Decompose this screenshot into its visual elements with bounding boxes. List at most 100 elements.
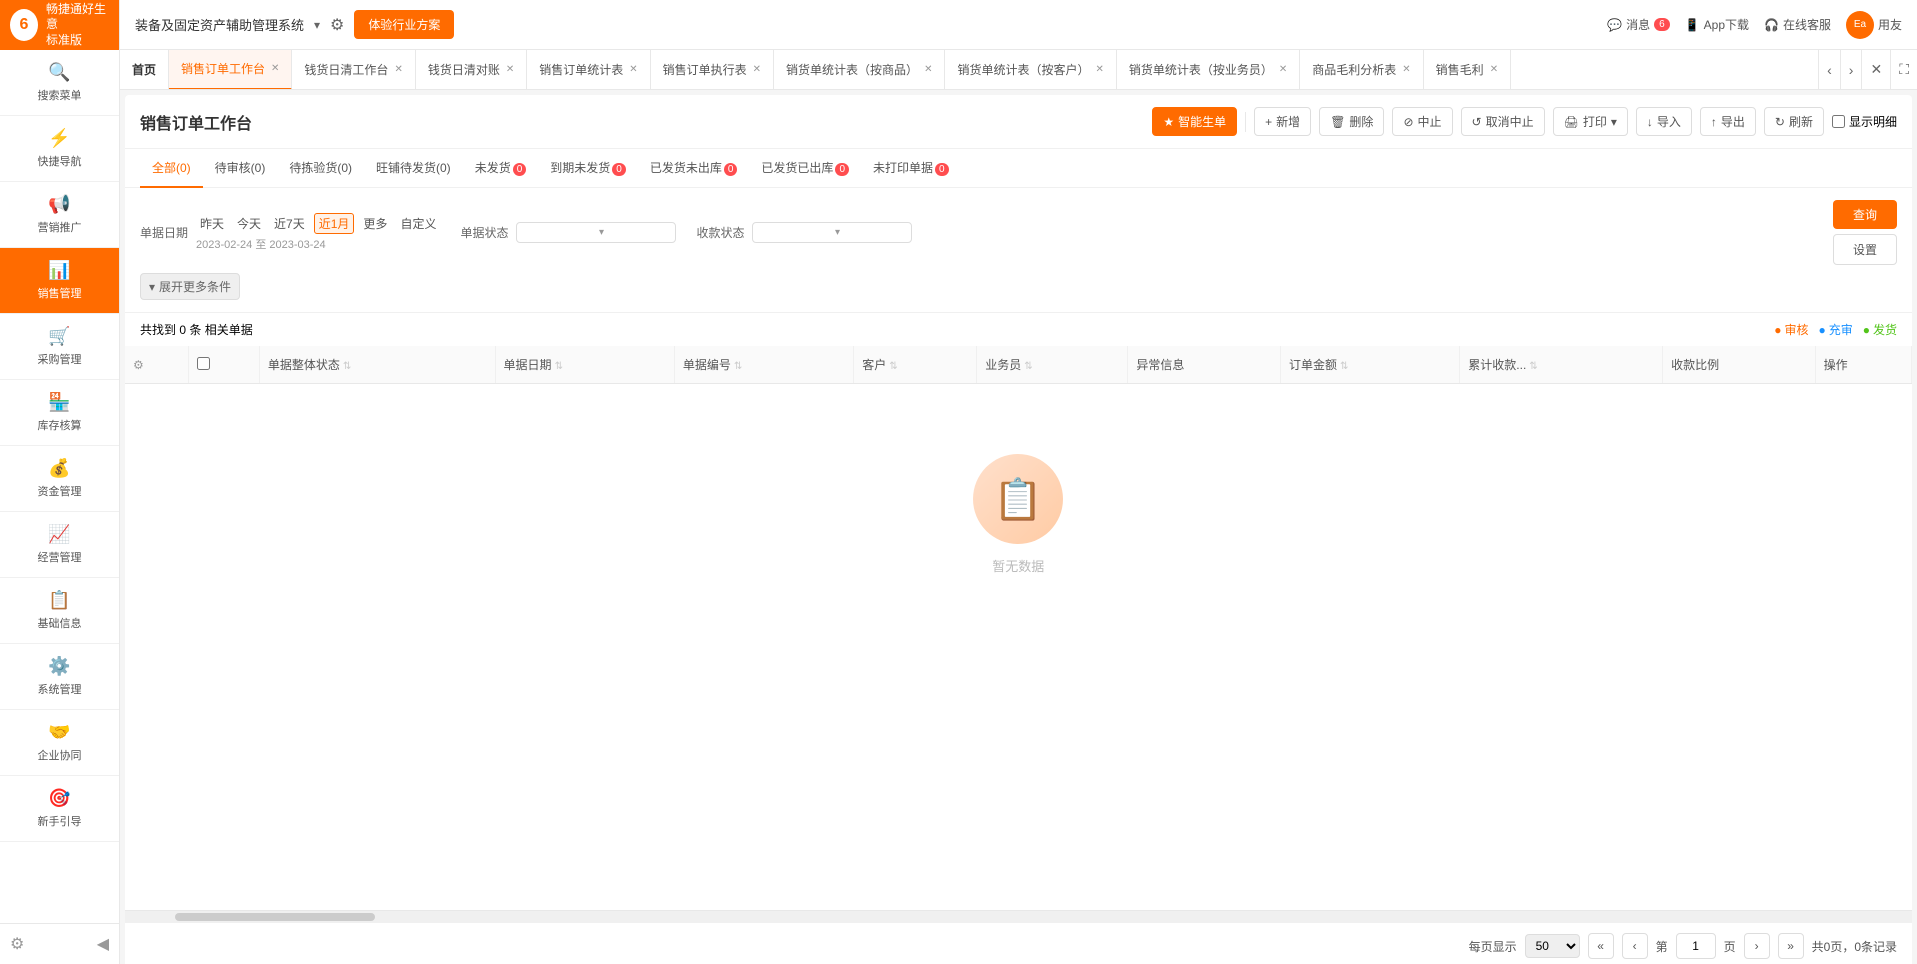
print-btn[interactable]: 🖨 打印 ▾ — [1553, 107, 1628, 136]
sub-tab-6[interactable]: 已发货未出库0 — [638, 149, 750, 188]
th-date[interactable]: 单据日期⇅ — [495, 346, 674, 384]
tab-7[interactable]: 销货单统计表（按客户）✕ — [945, 50, 1116, 90]
date-option-昨天[interactable]: 昨天 — [196, 213, 228, 234]
tab-8[interactable]: 销货单统计表（按业务员）✕ — [1117, 50, 1300, 90]
refresh-btn[interactable]: ↻ 刷新 — [1764, 107, 1824, 136]
sub-tab-5[interactable]: 到期未发货0 — [538, 149, 638, 188]
tab-0[interactable]: 首页 — [120, 50, 169, 90]
th-status[interactable]: 单据整体状态⇅ — [259, 346, 495, 384]
sidebar-item-guide[interactable]: 🎯新手引导 — [0, 776, 119, 842]
show-detail-checkbox[interactable] — [1832, 115, 1845, 128]
message-btn[interactable]: 💬 消息 6 — [1607, 16, 1670, 33]
date-option-近7天[interactable]: 近7天 — [270, 213, 309, 234]
tab-5[interactable]: 销售订单执行表✕ — [651, 50, 774, 90]
settings-icon[interactable]: ⚙ — [10, 934, 24, 954]
tab-6[interactable]: 销货单统计表（按商品）✕ — [774, 50, 945, 90]
tab-close-6[interactable]: ✕ — [924, 64, 932, 75]
add-btn[interactable]: + 新增 — [1254, 107, 1311, 136]
query-btn[interactable]: 查询 — [1833, 200, 1897, 229]
delete-btn[interactable]: 🗑 删除 — [1319, 107, 1384, 136]
payment-select[interactable]: ▾ — [752, 222, 912, 243]
tab-close-10[interactable]: ✕ — [1490, 64, 1498, 75]
sidebar-item-quick-nav[interactable]: ⚡快捷导航 — [0, 116, 119, 182]
horizontal-scrollbar[interactable] — [125, 910, 1912, 922]
sidebar-item-system[interactable]: ⚙️系统管理 — [0, 644, 119, 710]
status-select[interactable]: ▾ — [516, 222, 676, 243]
sub-tab-4[interactable]: 未发货0 — [463, 149, 539, 188]
ship-link[interactable]: ● 发货 — [1863, 321, 1897, 338]
tab-close-2[interactable]: ✕ — [394, 64, 402, 75]
sidebar-item-sales[interactable]: 📊销售管理 — [0, 248, 119, 314]
scrollbar-thumb[interactable] — [175, 913, 375, 921]
payment-select-arrow: ▾ — [835, 227, 904, 238]
filter-row: 单据日期 昨天今天近7天近1月更多自定义 2023-02-24 至 2023-0… — [140, 200, 1897, 265]
sidebar-item-basic[interactable]: 📋基础信息 — [0, 578, 119, 644]
user-menu-btn[interactable]: Ea 用友 — [1846, 11, 1902, 39]
date-option-更多[interactable]: 更多 — [359, 213, 391, 234]
date-option-近1月[interactable]: 近1月 — [314, 213, 355, 234]
expand-btn[interactable]: ▾ 展开更多条件 — [140, 273, 240, 300]
tab-scroll-right[interactable]: › — [1840, 50, 1862, 90]
tab-close-all[interactable]: ✕ — [1861, 50, 1890, 90]
filter-settings-btn[interactable]: 设置 — [1833, 234, 1897, 265]
th-amount[interactable]: 订单金额⇅ — [1280, 346, 1459, 384]
import-btn[interactable]: ↓ 导入 — [1636, 107, 1692, 136]
tab-close-1[interactable]: ✕ — [271, 63, 279, 74]
sub-tab-1[interactable]: 待审核(0) — [203, 149, 278, 188]
header-dropdown-icon[interactable]: ▾ — [314, 18, 320, 32]
tab-9[interactable]: 商品毛利分析表✕ — [1300, 50, 1423, 90]
tab-close-3[interactable]: ✕ — [506, 64, 514, 75]
tab-close-8[interactable]: ✕ — [1279, 64, 1287, 75]
tab-scroll-left[interactable]: ‹ — [1818, 50, 1840, 90]
prev-page-btn[interactable]: ‹ — [1622, 933, 1648, 959]
sidebar-item-purchase[interactable]: 🛒采购管理 — [0, 314, 119, 380]
sidebar-item-operations[interactable]: 📈经营管理 — [0, 512, 119, 578]
sidebar-item-cooperation[interactable]: 🤝企业协同 — [0, 710, 119, 776]
th-number[interactable]: 单据编号⇅ — [674, 346, 853, 384]
th-salesperson[interactable]: 业务员⇅ — [977, 346, 1128, 384]
tab-3[interactable]: 钱货日清对账✕ — [416, 50, 527, 90]
last-page-btn[interactable]: » — [1778, 933, 1804, 959]
sub-tab-8[interactable]: 未打印单据0 — [861, 149, 961, 188]
tab-4[interactable]: 销售订单统计表✕ — [527, 50, 650, 90]
tab-close-5[interactable]: ✕ — [753, 64, 761, 75]
cancel-audit-link[interactable]: ● 充审 — [1818, 321, 1852, 338]
smart-create-btn[interactable]: ★ 智能生单 — [1152, 107, 1237, 136]
tab-10[interactable]: 销售毛利✕ — [1424, 50, 1511, 90]
col-settings-icon[interactable]: ⚙ — [133, 358, 144, 372]
th-customer[interactable]: 客户⇅ — [854, 346, 977, 384]
date-range-picker: 昨天今天近7天近1月更多自定义 2023-02-24 至 2023-03-24 — [196, 213, 440, 252]
next-page-btn[interactable]: › — [1744, 933, 1770, 959]
date-range-text: 2023-02-24 至 2023-03-24 — [196, 236, 440, 252]
tab-close-7[interactable]: ✕ — [1095, 64, 1103, 75]
audit-link[interactable]: ● 审核 — [1774, 321, 1808, 338]
app-download-btn[interactable]: 📱 App下载 — [1685, 16, 1749, 33]
per-page-select[interactable]: 50 100 200 — [1525, 934, 1580, 958]
tab-close-4[interactable]: ✕ — [629, 64, 637, 75]
export-btn[interactable]: ↑ 导出 — [1700, 107, 1756, 136]
sub-tab-7[interactable]: 已发货已出库0 — [749, 149, 861, 188]
page-input[interactable] — [1676, 933, 1716, 959]
tab-maximize[interactable]: ⛶ — [1890, 50, 1917, 90]
tab-2[interactable]: 钱货日清工作台✕ — [292, 50, 415, 90]
date-option-自定义[interactable]: 自定义 — [396, 213, 440, 234]
tab-1[interactable]: 销售订单工作台✕ — [169, 50, 292, 90]
th-collected[interactable]: 累计收款...⇅ — [1460, 346, 1663, 384]
sidebar-item-inventory[interactable]: 🏪库存核算 — [0, 380, 119, 446]
cancel-stop-btn[interactable]: ↺ 取消中止 — [1461, 107, 1545, 136]
trial-btn[interactable]: 体验行业方案 — [354, 10, 454, 39]
sub-tab-2[interactable]: 待拣验货(0) — [277, 149, 364, 188]
sidebar-item-marketing[interactable]: 📢营销推广 — [0, 182, 119, 248]
online-service-btn[interactable]: 🎧 在线客服 — [1764, 16, 1831, 33]
sub-tab-3[interactable]: 旺铺待发货(0) — [364, 149, 463, 188]
collapse-icon[interactable]: ◀ — [97, 934, 109, 954]
tab-close-9[interactable]: ✕ — [1402, 64, 1410, 75]
sidebar-item-finance[interactable]: 💰资金管理 — [0, 446, 119, 512]
first-page-btn[interactable]: « — [1588, 933, 1614, 959]
sub-tab-0[interactable]: 全部(0) — [140, 149, 203, 188]
date-option-今天[interactable]: 今天 — [233, 213, 265, 234]
select-all-checkbox[interactable] — [197, 357, 210, 370]
header-settings-icon[interactable]: ⚙ — [330, 15, 344, 35]
stop-btn[interactable]: ⊘ 中止 — [1392, 107, 1452, 136]
sidebar-item-search[interactable]: 🔍搜索菜单 — [0, 50, 119, 116]
